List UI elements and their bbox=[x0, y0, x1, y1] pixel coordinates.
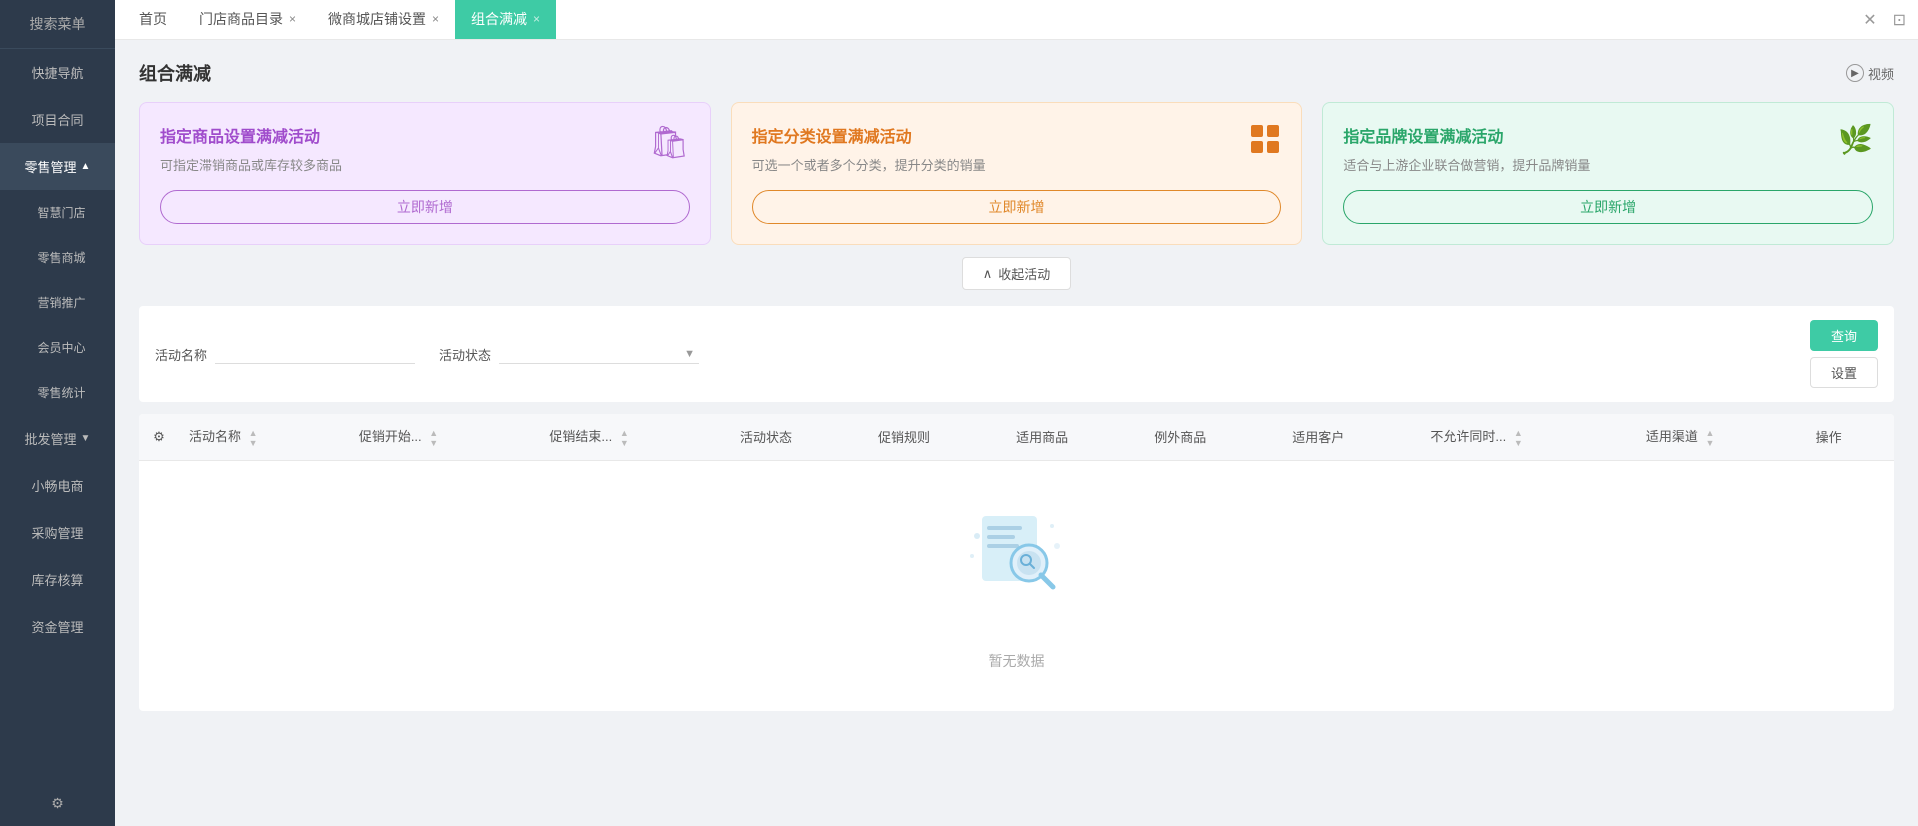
tab-home[interactable]: 首页 bbox=[123, 0, 183, 39]
col-name-label: 活动名称 bbox=[189, 429, 241, 444]
empty-text: 暂无数据 bbox=[989, 653, 1045, 669]
card-brand-icon: 🌿 bbox=[1838, 123, 1873, 156]
query-button[interactable]: 查询 bbox=[1810, 320, 1878, 351]
card-goods-title: 指定商品设置满减活动 bbox=[160, 123, 690, 147]
filter-row: 活动名称 活动状态 进行中 未开始 已结束 ▼ 查询 设置 bbox=[139, 306, 1894, 402]
sidebar-item-retail-stats[interactable]: 零售统计 bbox=[0, 370, 115, 415]
close-tab-store-catalog[interactable]: × bbox=[289, 12, 296, 26]
main-area: 首页 门店商品目录 × 微商城店铺设置 × 组合满减 × ✕ ⊡ 组合满减 ▶ … bbox=[115, 0, 1918, 826]
sidebar-item-marketing[interactable]: 营销推广 bbox=[0, 280, 115, 325]
sidebar-search[interactable]: 搜索菜单 bbox=[0, 0, 115, 49]
col-applicable-goods: 适用商品 bbox=[1006, 414, 1144, 460]
sidebar-item-purchase-mgmt[interactable]: 采购管理 bbox=[0, 509, 115, 556]
video-link[interactable]: ▶ 视频 bbox=[1846, 64, 1894, 83]
gear-icon: ⚙ bbox=[51, 795, 64, 811]
sort-icon[interactable]: ▲▼ bbox=[429, 428, 438, 448]
card-brand: 🌿 指定品牌设置满减活动 适合与上游企业联合做营销，提升品牌销量 立即新增 bbox=[1322, 102, 1894, 245]
filter-status-label: 活动状态 bbox=[439, 345, 491, 364]
col-applicable-customer: 适用客户 bbox=[1282, 414, 1420, 460]
sort-icon[interactable]: ▲▼ bbox=[620, 428, 629, 448]
card-brand-add-btn[interactable]: 立即新增 bbox=[1343, 190, 1873, 224]
collapse-icon: ∧ bbox=[983, 266, 993, 282]
col-promo-rule: 促销规则 bbox=[868, 414, 1006, 460]
sidebar-item-retail-mall[interactable]: 零售商城 bbox=[0, 235, 115, 280]
sort-icon[interactable]: ▲▼ bbox=[1514, 428, 1523, 448]
sidebar-item-project-contract[interactable]: 项目合同 bbox=[0, 96, 115, 143]
card-goods-add-btn[interactable]: 立即新增 bbox=[160, 190, 690, 224]
chevron-up-icon: ▲ bbox=[81, 161, 91, 172]
sidebar: 搜索菜单 快捷导航 项目合同 零售管理 ▲ 智慧门店 零售商城 营销推广 会员中… bbox=[0, 0, 115, 826]
sidebar-item-wholesale-mgmt[interactable]: 批发管理 ▼ bbox=[0, 415, 115, 462]
col-exception-goods: 例外商品 bbox=[1144, 414, 1282, 460]
window-close-icon[interactable]: ✕ bbox=[1859, 6, 1880, 34]
tabbar: 首页 门店商品目录 × 微商城店铺设置 × 组合满减 × ✕ ⊡ bbox=[115, 0, 1918, 40]
filter-actions: 查询 设置 bbox=[1810, 320, 1878, 388]
card-category: 指定分类设置满减活动 可选一个或者多个分类，提升分类的销量 立即新增 bbox=[731, 102, 1303, 245]
sidebar-item-smart-store[interactable]: 智慧门店 bbox=[0, 190, 115, 235]
sidebar-settings[interactable]: ⚙ bbox=[0, 781, 115, 826]
chevron-down-icon: ▼ bbox=[81, 433, 91, 444]
col-promo-end: 促销结束... ▲▼ bbox=[539, 414, 730, 460]
card-goods-icon: 🛍 bbox=[649, 123, 690, 161]
play-icon: ▶ bbox=[1846, 64, 1864, 82]
activity-cards: 🛍 指定商品设置满减活动 可指定滞销商品或库存较多商品 立即新增 bbox=[139, 102, 1894, 245]
card-category-icon bbox=[1249, 123, 1281, 162]
filter-name-item: 活动名称 bbox=[155, 344, 415, 364]
col-gear[interactable]: ⚙ bbox=[139, 414, 179, 460]
sort-icon[interactable]: ▲▼ bbox=[1706, 428, 1715, 448]
filter-status-select[interactable]: 进行中 未开始 已结束 bbox=[499, 344, 699, 364]
gear-icon: ⚙ bbox=[153, 429, 165, 444]
card-goods-desc: 可指定滞销商品或库存较多商品 bbox=[160, 155, 690, 174]
card-goods: 🛍 指定商品设置满减活动 可指定滞销商品或库存较多商品 立即新增 bbox=[139, 102, 711, 245]
collapse-activities-btn[interactable]: ∧ 收起活动 bbox=[962, 257, 1072, 290]
page-header: 组合满减 ▶ 视频 bbox=[139, 60, 1894, 86]
card-category-title: 指定分类设置满减活动 bbox=[752, 123, 1282, 147]
tab-mini-store-settings[interactable]: 微商城店铺设置 × bbox=[312, 0, 455, 39]
page-title: 组合满减 bbox=[139, 60, 211, 86]
table-header-row: ⚙ 活动名称 ▲▼ 促销开始... ▲▼ 促销结束... ▲▼ bbox=[139, 414, 1894, 460]
filter-status-select-wrap: 进行中 未开始 已结束 ▼ bbox=[499, 344, 699, 364]
tab-store-catalog[interactable]: 门店商品目录 × bbox=[183, 0, 312, 39]
close-tab-combo-discount[interactable]: × bbox=[533, 12, 540, 26]
sidebar-item-retail-mgmt[interactable]: 零售管理 ▲ bbox=[0, 143, 115, 190]
col-no-concurrent: 不允许同时... ▲▼ bbox=[1420, 414, 1636, 460]
card-category-desc: 可选一个或者多个分类，提升分类的销量 bbox=[752, 155, 1282, 174]
data-table: ⚙ 活动名称 ▲▼ 促销开始... ▲▼ 促销结束... ▲▼ bbox=[139, 414, 1894, 711]
empty-illustration bbox=[139, 461, 1894, 611]
col-status: 活动状态 bbox=[730, 414, 868, 460]
card-brand-desc: 适合与上游企业联合做营销，提升品牌销量 bbox=[1343, 155, 1873, 174]
sidebar-item-finance-mgmt[interactable]: 资金管理 bbox=[0, 603, 115, 650]
empty-state-row: 暂无数据 bbox=[139, 460, 1894, 711]
sidebar-item-member-center[interactable]: 会员中心 bbox=[0, 325, 115, 370]
settings-button[interactable]: 设置 bbox=[1810, 357, 1878, 388]
filter-name-label: 活动名称 bbox=[155, 345, 207, 364]
sidebar-item-xpchan-ecom[interactable]: 小畅电商 bbox=[0, 462, 115, 509]
tabbar-actions: ✕ ⊡ bbox=[1859, 6, 1910, 34]
col-applicable-channel: 适用渠道 ▲▼ bbox=[1636, 414, 1806, 460]
card-category-add-btn[interactable]: 立即新增 bbox=[752, 190, 1282, 224]
col-promo-start: 促销开始... ▲▼ bbox=[349, 414, 540, 460]
empty-state: 暂无数据 bbox=[139, 611, 1894, 711]
page-content: 组合满减 ▶ 视频 🛍 指定商品设置满减活动 可指定滞销商品或库存较多商品 立即… bbox=[115, 40, 1918, 826]
sort-icon[interactable]: ▲▼ bbox=[249, 428, 258, 448]
window-restore-icon[interactable]: ⊡ bbox=[1889, 6, 1910, 34]
tab-combo-discount[interactable]: 组合满减 × bbox=[455, 0, 556, 39]
card-brand-title: 指定品牌设置满减活动 bbox=[1343, 123, 1873, 147]
col-operation: 操作 bbox=[1806, 414, 1894, 460]
collapse-bar: ∧ 收起活动 bbox=[139, 257, 1894, 290]
close-tab-mini-store-settings[interactable]: × bbox=[432, 12, 439, 26]
sidebar-item-inventory[interactable]: 库存核算 bbox=[0, 556, 115, 603]
col-name: 活动名称 ▲▼ bbox=[179, 414, 349, 460]
filter-name-input[interactable] bbox=[215, 344, 415, 364]
sidebar-item-quick-nav[interactable]: 快捷导航 bbox=[0, 49, 115, 96]
filter-status-item: 活动状态 进行中 未开始 已结束 ▼ bbox=[439, 344, 699, 364]
